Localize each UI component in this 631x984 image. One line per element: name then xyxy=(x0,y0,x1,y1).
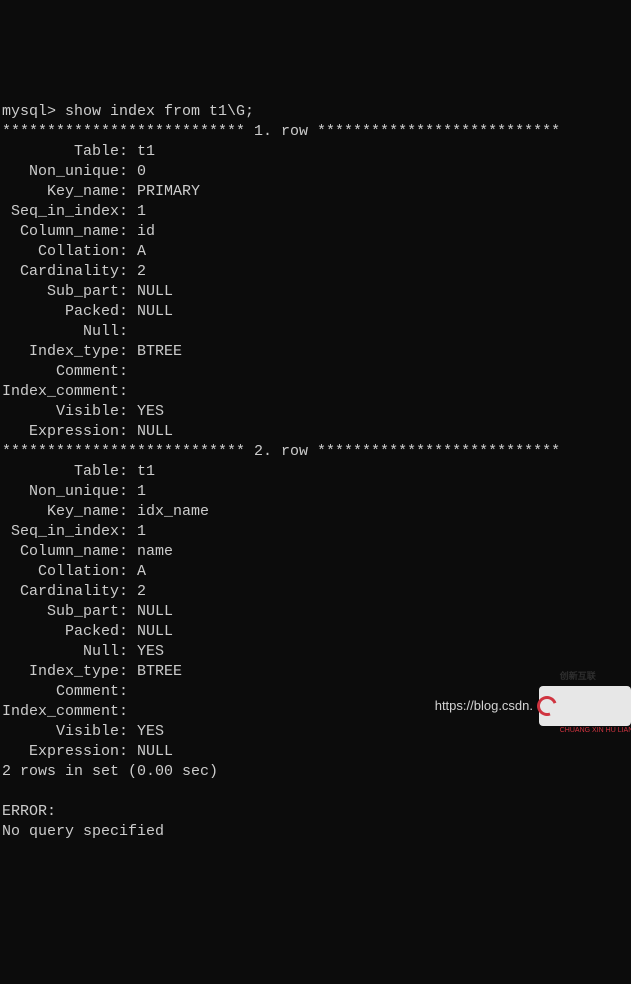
field-line: Null: YES xyxy=(2,643,164,660)
mysql-prompt: mysql> xyxy=(2,103,65,120)
field-line: Column_name: name xyxy=(2,543,173,560)
row-2-header: *************************** 2. row *****… xyxy=(2,443,560,460)
watermark-logo: 创新互联 CHUANG XIN HU LIAN xyxy=(539,686,631,726)
field-line: Key_name: PRIMARY xyxy=(2,183,200,200)
field-line: Index_type: BTREE xyxy=(2,663,182,680)
field-line: Cardinality: 2 xyxy=(2,583,146,600)
field-line: Sub_part: NULL xyxy=(2,283,173,300)
c-logo-icon xyxy=(533,693,560,720)
field-line: Comment: xyxy=(2,363,137,380)
field-line: Index_comment: xyxy=(2,703,137,720)
field-line: Collation: A xyxy=(2,563,146,580)
watermark-url: https://blog.csdn. xyxy=(435,696,533,716)
field-line: Key_name: idx_name xyxy=(2,503,209,520)
field-line: Expression: NULL xyxy=(2,743,173,760)
field-line: Index_type: BTREE xyxy=(2,343,182,360)
error-message: No query specified xyxy=(2,823,164,840)
field-line: Non_unique: 1 xyxy=(2,483,146,500)
field-line: Cardinality: 2 xyxy=(2,263,146,280)
field-line: Null: xyxy=(2,323,137,340)
watermark-sub: CHUANG XIN HU LIAN xyxy=(560,721,631,741)
field-line: Comment: xyxy=(2,683,137,700)
field-line: Packed: NULL xyxy=(2,623,173,640)
field-line: Index_comment: xyxy=(2,383,137,400)
row-1-header: *************************** 1. row *****… xyxy=(2,123,560,140)
field-line: Visible: YES xyxy=(2,723,164,740)
field-line: Visible: YES xyxy=(2,403,164,420)
watermark: https://blog.csdn. 创新互联 CHUANG XIN HU LI… xyxy=(435,686,631,726)
field-line: Sub_part: NULL xyxy=(2,603,173,620)
field-line: Table: t1 xyxy=(2,143,155,160)
sql-command: show index from t1\G; xyxy=(65,103,254,120)
watermark-brand: 创新互联 xyxy=(560,671,631,681)
error-label: ERROR: xyxy=(2,803,56,820)
field-line: Seq_in_index: 1 xyxy=(2,523,146,540)
field-line: Expression: NULL xyxy=(2,423,173,440)
field-line: Column_name: id xyxy=(2,223,155,240)
field-line: Seq_in_index: 1 xyxy=(2,203,146,220)
field-line: Packed: NULL xyxy=(2,303,173,320)
result-summary: 2 rows in set (0.00 sec) xyxy=(2,763,218,780)
field-line: Table: t1 xyxy=(2,463,155,480)
field-line: Non_unique: 0 xyxy=(2,163,146,180)
field-line: Collation: A xyxy=(2,243,146,260)
